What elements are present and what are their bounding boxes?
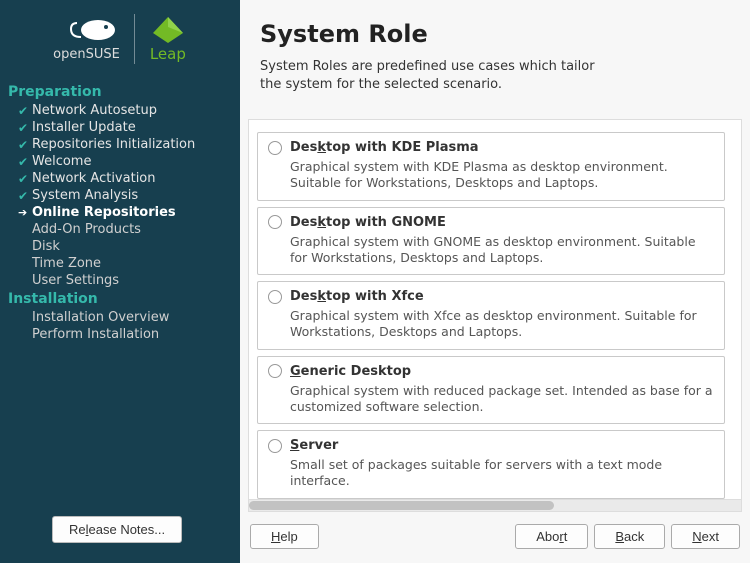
check-icon: ✔ [18, 172, 28, 186]
nav-item-label: Online Repositories [32, 205, 176, 220]
nav-item[interactable]: ✔Disk [8, 238, 232, 255]
nav-item[interactable]: ✔ Network Autosetup [8, 102, 232, 119]
role-title: Generic Desktop [290, 364, 411, 379]
nav-item[interactable]: ✔ Welcome [8, 153, 232, 170]
role-description: Graphical system with GNOME as desktop e… [290, 234, 714, 267]
role-option[interactable]: Desktop with KDE Plasma Graphical system … [257, 132, 725, 201]
roles-list: Desktop with KDE Plasma Graphical system … [248, 119, 742, 512]
role-head: Generic Desktop [268, 364, 714, 379]
role-description: Small set of packages suitable for serve… [290, 457, 714, 490]
check-icon: ✔ [18, 121, 28, 135]
release-notes-label: Release Notes... [69, 522, 165, 537]
nav-section-title: Installation [8, 291, 232, 307]
nav-item-label: Network Activation [32, 171, 156, 186]
sidebar: openSUSE Leap Preparation ✔ Network Autose… [0, 0, 240, 563]
nav-item[interactable]: ✔ Installer Update [8, 119, 232, 136]
role-head: Desktop with KDE Plasma [268, 140, 714, 155]
brand-leap: Leap [149, 15, 187, 63]
check-icon: ✔ [18, 189, 28, 203]
main-panel: System Role System Roles are predefined … [240, 0, 750, 563]
release-notes-button[interactable]: Release Notes... [52, 516, 182, 543]
radio-icon[interactable] [268, 364, 282, 378]
nav-item-label: Installation Overview [32, 310, 169, 325]
check-icon: ✔ [18, 104, 28, 118]
leap-icon [149, 15, 187, 45]
brand-opensuse: openSUSE [53, 17, 120, 62]
role-head: Desktop with Xfce [268, 289, 714, 304]
main-header: System Role System Roles are predefined … [240, 0, 750, 99]
brand-separator [134, 14, 135, 64]
nav-item[interactable]: ➔ Online Repositories [8, 204, 232, 221]
help-button[interactable]: Help [250, 524, 319, 549]
role-description: Graphical system with Xfce as desktop en… [290, 308, 714, 341]
abort-button[interactable]: Abort [515, 524, 588, 549]
nav-item[interactable]: ✔Perform Installation [8, 326, 232, 343]
page-title: System Role [260, 20, 730, 48]
page-description: System Roles are predefined use cases wh… [260, 58, 610, 93]
nav-item-label: Perform Installation [32, 327, 159, 342]
nav-item[interactable]: ✔ Network Activation [8, 170, 232, 187]
role-title: Server [290, 438, 338, 453]
branding: openSUSE Leap [0, 0, 240, 82]
arrow-right-icon: ➔ [18, 206, 28, 219]
nav-item[interactable]: ✔ System Analysis [8, 187, 232, 204]
nav-item-label: Add-On Products [32, 222, 141, 237]
nav-item[interactable]: ✔Installation Overview [8, 309, 232, 326]
nav-item[interactable]: ✔User Settings [8, 272, 232, 289]
role-title: Desktop with KDE Plasma [290, 140, 479, 155]
role-head: Desktop with GNOME [268, 215, 714, 230]
role-title: Desktop with GNOME [290, 215, 446, 230]
back-button[interactable]: Back [594, 524, 665, 549]
role-description: Graphical system with reduced package se… [290, 383, 714, 416]
role-title: Desktop with Xfce [290, 289, 424, 304]
footer: Help Abort Back Next [240, 516, 750, 563]
horizontal-scrollbar[interactable] [249, 499, 741, 511]
role-head: Server [268, 438, 714, 453]
nav-item-label: Network Autosetup [32, 103, 157, 118]
chameleon-icon [56, 17, 118, 47]
role-description: Graphical system with KDE Plasma as desk… [290, 159, 714, 192]
radio-icon[interactable] [268, 215, 282, 229]
role-option[interactable]: Generic Desktop Graphical system with red… [257, 356, 725, 425]
nav-item-label: Welcome [32, 154, 91, 169]
radio-icon[interactable] [268, 141, 282, 155]
horizontal-scrollbar-thumb[interactable] [249, 501, 554, 510]
radio-icon[interactable] [268, 439, 282, 453]
nav-item[interactable]: ✔Add-On Products [8, 221, 232, 238]
nav-item-label: Repositories Initialization [32, 137, 195, 152]
role-option[interactable]: Server Small set of packages suitable for… [257, 430, 725, 499]
next-button[interactable]: Next [671, 524, 740, 549]
nav-item[interactable]: ✔ Repositories Initialization [8, 136, 232, 153]
role-option[interactable]: Desktop with GNOME Graphical system with … [257, 207, 725, 276]
nav-item-label: Time Zone [32, 256, 101, 271]
radio-icon[interactable] [268, 290, 282, 304]
nav-item-label: Installer Update [32, 120, 136, 135]
check-icon: ✔ [18, 155, 28, 169]
brand-product-label: openSUSE [53, 47, 120, 62]
check-icon: ✔ [18, 138, 28, 152]
nav-item-label: User Settings [32, 273, 119, 288]
brand-edition-label: Leap [150, 45, 186, 63]
roles-scroll[interactable]: Desktop with KDE Plasma Graphical system … [249, 120, 741, 499]
nav-item[interactable]: ✔Time Zone [8, 255, 232, 272]
nav-section-title: Preparation [8, 84, 232, 100]
nav: Preparation ✔ Network Autosetup ✔ Installer … [0, 82, 240, 343]
nav-item-label: Disk [32, 239, 60, 254]
nav-item-label: System Analysis [32, 188, 138, 203]
role-option[interactable]: Desktop with Xfce Graphical system with X… [257, 281, 725, 350]
